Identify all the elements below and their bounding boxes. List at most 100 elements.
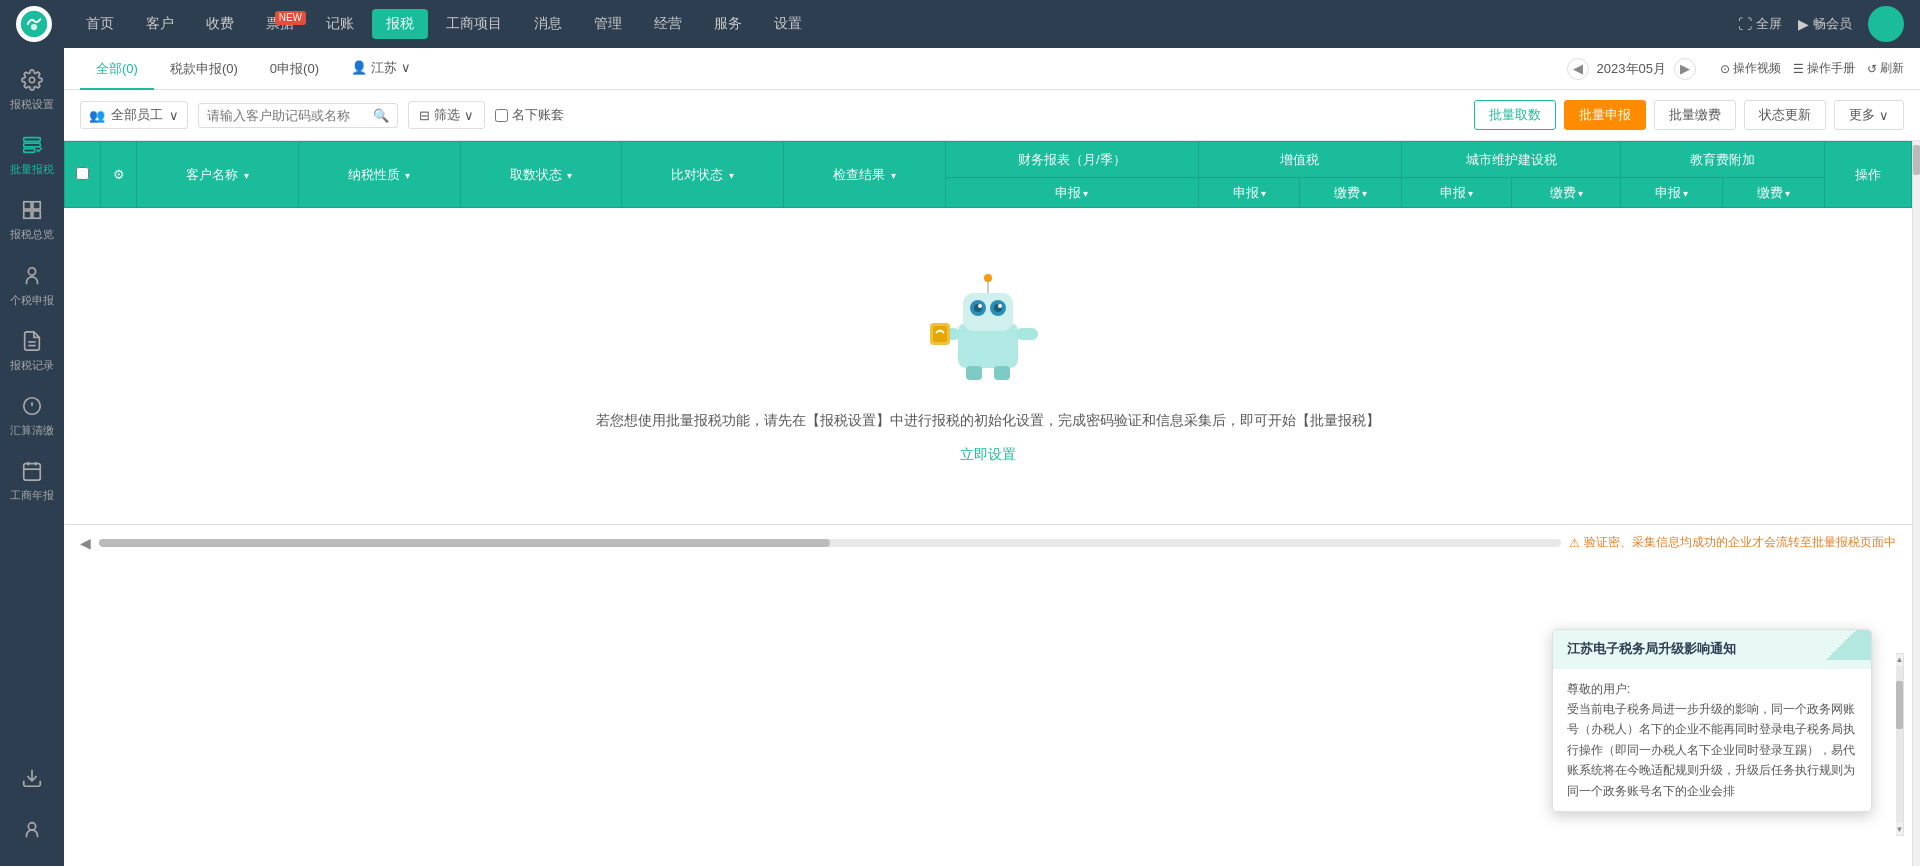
- next-month-button[interactable]: ▶: [1674, 58, 1696, 80]
- scroll-left-button[interactable]: ◀: [80, 535, 91, 551]
- city-pay-filter[interactable]: ▾: [1578, 188, 1583, 199]
- financial-declare-filter[interactable]: ▾: [1083, 188, 1088, 199]
- tab-actions: ⊙ 操作视频 ☰ 操作手册 ↺ 刷新: [1720, 60, 1904, 77]
- select-all-checkbox[interactable]: [76, 167, 89, 180]
- fetch-status-filter-icon[interactable]: ▾: [567, 170, 572, 181]
- header-gear: ⚙: [101, 142, 137, 208]
- compare-status-filter-icon[interactable]: ▾: [729, 170, 734, 181]
- region-chevron-icon: ∨: [401, 48, 411, 89]
- tax-overview-icon: [18, 196, 46, 224]
- education-declare-filter[interactable]: ▾: [1683, 188, 1688, 199]
- sidebar-item-personal-tax[interactable]: 个税申报: [0, 252, 64, 317]
- sidebar-item-user[interactable]: [14, 806, 50, 854]
- notif-scroll-thumb: [1896, 681, 1903, 728]
- svg-rect-33: [1016, 328, 1038, 340]
- vat-declare-filter[interactable]: ▾: [1261, 188, 1266, 199]
- setup-link[interactable]: 立即设置: [960, 446, 1016, 464]
- tab-zero-declaration[interactable]: 0申报(0): [254, 48, 335, 90]
- status-update-button[interactable]: 状态更新: [1744, 100, 1826, 130]
- nav-tax[interactable]: 报税: [372, 9, 428, 39]
- notif-scroll-up[interactable]: ▲: [1896, 654, 1903, 666]
- svg-point-1: [31, 24, 37, 30]
- notification-panel: 江苏电子税务局升级影响通知 ✕ 尊敬的用户: 受当前电子税务局进一步升级的影响，…: [1552, 629, 1872, 812]
- refresh-action[interactable]: ↺ 刷新: [1867, 60, 1904, 77]
- fetch-button[interactable]: 批量取数: [1474, 100, 1556, 130]
- nav-message[interactable]: 消息: [520, 9, 576, 39]
- sidebar-item-tax-records[interactable]: 报税记录: [0, 317, 64, 382]
- horizontal-scrollbar[interactable]: [99, 539, 1561, 547]
- svg-point-31: [984, 274, 992, 282]
- check-result-filter-icon[interactable]: ▾: [891, 170, 896, 181]
- svg-point-10: [28, 267, 35, 274]
- annual-report-icon: [18, 457, 46, 485]
- sub-header-education-pay: 缴费▾: [1722, 178, 1824, 208]
- svg-rect-37: [933, 326, 947, 342]
- prev-month-button[interactable]: ◀: [1567, 58, 1589, 80]
- svg-rect-4: [24, 143, 41, 147]
- accounts-checkbox[interactable]: [495, 109, 508, 122]
- employee-chevron-icon: ∨: [169, 108, 179, 123]
- nav-management[interactable]: 管理: [580, 9, 636, 39]
- vertical-scrollbar[interactable]: [1912, 141, 1920, 866]
- toolbar: 👥 全部员工 ∨ 🔍 ⊟ 筛选 ∨ 名下账套 批量取数 批量申报 批量缴费: [64, 90, 1920, 141]
- search-icon[interactable]: 🔍: [373, 108, 389, 123]
- svg-rect-23: [963, 293, 1013, 331]
- header-fetch-status: 取数状态 ▾: [460, 142, 622, 208]
- user-avatar[interactable]: [1868, 6, 1904, 42]
- vat-pay-filter[interactable]: ▾: [1362, 188, 1367, 199]
- nav-settings[interactable]: 设置: [760, 9, 816, 39]
- tab-tax-declaration[interactable]: 税款申报(0): [154, 48, 254, 90]
- video-action[interactable]: ⊙ 操作视频: [1720, 60, 1781, 77]
- app-logo[interactable]: [16, 6, 52, 42]
- header-checkbox: [65, 142, 101, 208]
- sidebar-item-download[interactable]: [14, 754, 50, 802]
- tab-region[interactable]: 👤 江苏 ∨: [335, 48, 427, 90]
- svg-rect-3: [24, 138, 41, 142]
- nav-invoice[interactable]: 票据 NEW: [252, 9, 308, 39]
- gear-icon[interactable]: ⚙: [113, 167, 125, 182]
- video-icon: ⊙: [1720, 62, 1730, 76]
- notif-scroll-area: [1896, 666, 1903, 823]
- sidebar-item-bulk-tax[interactable]: 批量报税: [0, 121, 64, 186]
- tab-all[interactable]: 全部(0): [80, 48, 154, 90]
- declare-button[interactable]: 批量申报: [1564, 100, 1646, 130]
- notification-scrollbar[interactable]: ▲ ▼: [1896, 653, 1904, 836]
- sidebar-item-tax-overview[interactable]: 报税总览: [0, 186, 64, 251]
- more-button[interactable]: 更多 ∨: [1834, 100, 1904, 130]
- sidebar-item-annual-report[interactable]: 工商年报: [0, 447, 64, 512]
- nav-service[interactable]: 服务: [700, 9, 756, 39]
- nav-home[interactable]: 首页: [72, 9, 128, 39]
- nav-business[interactable]: 工商项目: [432, 9, 516, 39]
- manual-action[interactable]: ☰ 操作手册: [1793, 60, 1855, 77]
- svg-point-28: [978, 304, 982, 308]
- user-icon: [18, 816, 46, 844]
- sidebar-item-tax-settings[interactable]: 报税设置: [0, 56, 64, 121]
- nav-operation[interactable]: 经营: [640, 9, 696, 39]
- nav-accounting[interactable]: 记账: [312, 9, 368, 39]
- header-vat: 增值税: [1198, 142, 1401, 178]
- city-declare-filter[interactable]: ▾: [1468, 188, 1473, 199]
- svg-rect-6: [24, 202, 31, 209]
- member-button[interactable]: ▶ 畅会员: [1798, 15, 1852, 33]
- accounts-checkbox-label[interactable]: 名下账套: [495, 106, 564, 124]
- sub-header-education-declare: 申报▾: [1621, 178, 1723, 208]
- customer-filter-icon[interactable]: ▾: [244, 170, 249, 181]
- header-operations: 操作: [1824, 142, 1911, 208]
- filter-button[interactable]: ⊟ 筛选 ∨: [408, 101, 485, 129]
- nav-customer[interactable]: 客户: [132, 9, 188, 39]
- fullscreen-button[interactable]: ⛶ 全屏: [1738, 15, 1782, 33]
- sidebar-item-settlement[interactable]: 汇算清缴: [0, 382, 64, 447]
- employee-select[interactable]: 👥 全部员工 ∨: [80, 101, 188, 129]
- search-input[interactable]: [207, 108, 367, 123]
- tax-nature-filter-icon[interactable]: ▾: [405, 170, 410, 181]
- pay-button[interactable]: 批量缴费: [1654, 100, 1736, 130]
- tax-settings-icon: [18, 66, 46, 94]
- nav-billing[interactable]: 收费: [192, 9, 248, 39]
- education-pay-filter[interactable]: ▾: [1785, 188, 1790, 199]
- warning-message: ⚠ 验证密、采集信息均成功的企业才会流转至批量报税页面中: [1569, 534, 1896, 551]
- notif-decoration: [1811, 630, 1871, 660]
- sidebar-label-personal-tax: 个税申报: [10, 294, 54, 307]
- sub-header-city-pay: 缴费▾: [1511, 178, 1621, 208]
- tax-records-icon: [18, 327, 46, 355]
- notif-scroll-down[interactable]: ▼: [1896, 823, 1903, 835]
